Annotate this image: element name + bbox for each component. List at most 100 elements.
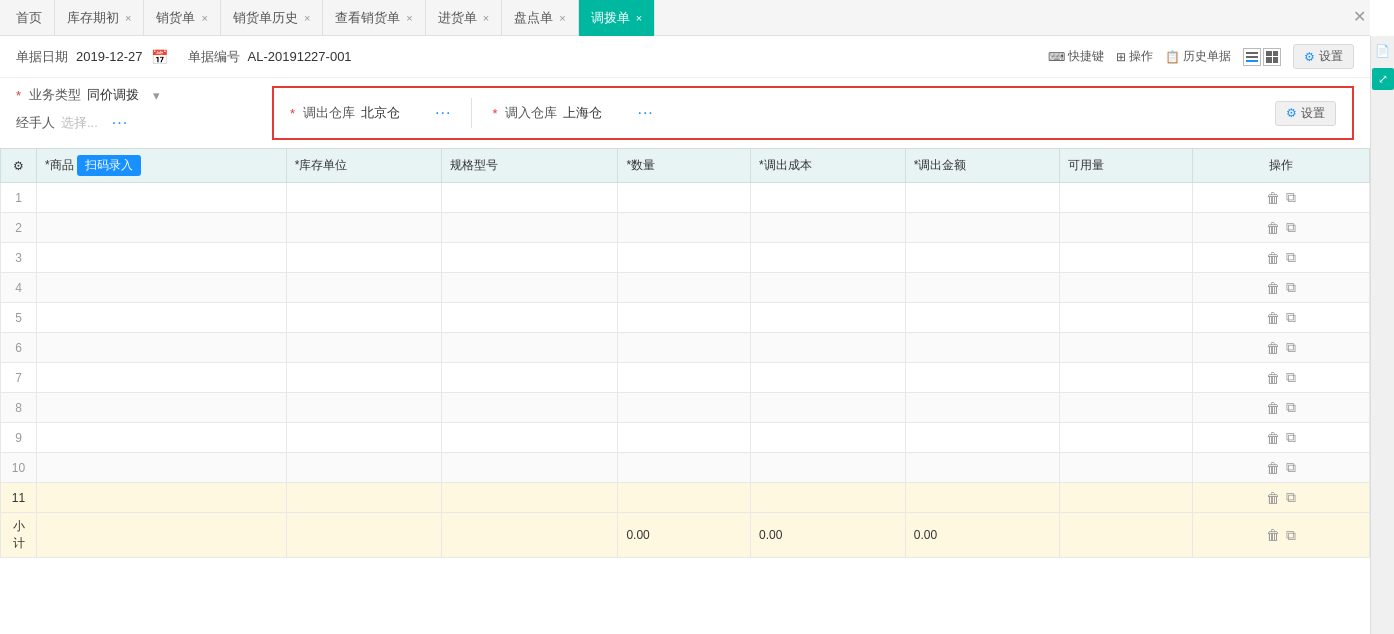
row-product-4[interactable] (37, 273, 287, 303)
row-delete-icon-11[interactable]: 🗑 (1266, 490, 1280, 506)
row-cost-4[interactable] (751, 273, 906, 303)
transfer-in-value[interactable]: 上海仓 (563, 104, 623, 122)
row-copy-icon-10[interactable]: ⧉ (1286, 459, 1296, 476)
row-delete-icon-6[interactable]: 🗑 (1266, 340, 1280, 356)
row-copy-icon-5[interactable]: ⧉ (1286, 309, 1296, 326)
tab-sales-history[interactable]: 销货单历史 × (221, 0, 323, 36)
row-cost-11[interactable] (751, 483, 906, 513)
row-product-5[interactable] (37, 303, 287, 333)
date-picker-icon[interactable]: 📅 (151, 49, 168, 65)
business-type-value[interactable]: 同价调拨 (87, 86, 147, 104)
row-cost-2[interactable] (751, 213, 906, 243)
row-amount-7[interactable] (905, 363, 1060, 393)
layout-grid-button[interactable] (1263, 48, 1281, 66)
scan-button[interactable]: 扫码录入 (77, 155, 141, 176)
row-copy-icon-8[interactable]: ⧉ (1286, 399, 1296, 416)
row-delete-icon-5[interactable]: 🗑 (1266, 310, 1280, 326)
row-cost-1[interactable] (751, 183, 906, 213)
row-qty-1[interactable] (618, 183, 751, 213)
row-cost-3[interactable] (751, 243, 906, 273)
row-product-11[interactable] (37, 483, 287, 513)
row-cost-6[interactable] (751, 333, 906, 363)
row-qty-10[interactable] (618, 453, 751, 483)
row-qty-11[interactable] (618, 483, 751, 513)
row-copy-icon-2[interactable]: ⧉ (1286, 219, 1296, 236)
business-type-dropdown-icon[interactable]: ▾ (153, 88, 160, 103)
tab-transfer-close[interactable]: × (636, 12, 642, 24)
date-value[interactable]: 2019-12-27 (76, 49, 143, 64)
history-button[interactable]: 📋 历史单据 (1165, 48, 1231, 65)
row-copy-icon-6[interactable]: ⧉ (1286, 339, 1296, 356)
row-amount-2[interactable] (905, 213, 1060, 243)
tab-sales-order[interactable]: 销货单 × (144, 0, 220, 36)
tab-inventory-check[interactable]: 盘点单 × (502, 0, 578, 36)
row-qty-5[interactable] (618, 303, 751, 333)
row-delete-icon-9[interactable]: 🗑 (1266, 430, 1280, 446)
row-cost-10[interactable] (751, 453, 906, 483)
tab-inventory-init-close[interactable]: × (125, 12, 131, 24)
row-amount-3[interactable] (905, 243, 1060, 273)
tab-transfer[interactable]: 调拨单 × (579, 0, 655, 36)
row-delete-icon-8[interactable]: 🗑 (1266, 400, 1280, 416)
row-amount-1[interactable] (905, 183, 1060, 213)
row-product-7[interactable] (37, 363, 287, 393)
operations-button[interactable]: ⊞ 操作 (1116, 48, 1153, 65)
subtotal-delete-icon[interactable]: 🗑 (1266, 527, 1280, 543)
tab-home[interactable]: 首页 (4, 0, 55, 36)
row-delete-icon-1[interactable]: 🗑 (1266, 190, 1280, 206)
row-amount-10[interactable] (905, 453, 1060, 483)
tab-view-sales[interactable]: 查看销货单 × (323, 0, 425, 36)
subtotal-copy-icon[interactable]: ⧉ (1286, 527, 1296, 544)
sidebar-doc-icon[interactable]: 📄 (1372, 40, 1394, 62)
row-delete-icon-10[interactable]: 🗑 (1266, 460, 1280, 476)
row-delete-icon-4[interactable]: 🗑 (1266, 280, 1280, 296)
row-product-1[interactable] (37, 183, 287, 213)
row-product-9[interactable] (37, 423, 287, 453)
warehouse-settings-button[interactable]: ⚙ 设置 (1275, 101, 1336, 126)
tab-sales-order-close[interactable]: × (201, 12, 207, 24)
row-qty-4[interactable] (618, 273, 751, 303)
row-product-10[interactable] (37, 453, 287, 483)
tab-sales-history-close[interactable]: × (304, 12, 310, 24)
tab-view-sales-close[interactable]: × (406, 12, 412, 24)
transfer-out-value[interactable]: 北京仓 (361, 104, 421, 122)
sidebar-expand-icon[interactable]: ⤢ (1372, 68, 1394, 90)
row-amount-9[interactable] (905, 423, 1060, 453)
row-copy-icon-3[interactable]: ⧉ (1286, 249, 1296, 266)
row-amount-4[interactable] (905, 273, 1060, 303)
handler-more-icon[interactable]: ··· (112, 114, 128, 132)
row-qty-6[interactable] (618, 333, 751, 363)
window-close-button[interactable]: ✕ (1353, 7, 1366, 26)
row-qty-2[interactable] (618, 213, 751, 243)
row-amount-8[interactable] (905, 393, 1060, 423)
row-cost-8[interactable] (751, 393, 906, 423)
tab-inventory-check-close[interactable]: × (559, 12, 565, 24)
row-cost-7[interactable] (751, 363, 906, 393)
layout-list-button[interactable] (1243, 48, 1261, 66)
tab-inventory-init[interactable]: 库存期初 × (55, 0, 144, 36)
row-amount-5[interactable] (905, 303, 1060, 333)
row-product-8[interactable] (37, 393, 287, 423)
row-cost-5[interactable] (751, 303, 906, 333)
row-delete-icon-2[interactable]: 🗑 (1266, 220, 1280, 236)
row-copy-icon-11[interactable]: ⧉ (1286, 489, 1296, 506)
row-qty-3[interactable] (618, 243, 751, 273)
transfer-in-more-icon[interactable]: ··· (637, 104, 653, 122)
row-cost-9[interactable] (751, 423, 906, 453)
row-copy-icon-4[interactable]: ⧉ (1286, 279, 1296, 296)
row-copy-icon-7[interactable]: ⧉ (1286, 369, 1296, 386)
row-amount-11[interactable] (905, 483, 1060, 513)
row-qty-9[interactable] (618, 423, 751, 453)
row-copy-icon-9[interactable]: ⧉ (1286, 429, 1296, 446)
row-copy-icon-1[interactable]: ⧉ (1286, 189, 1296, 206)
row-qty-8[interactable] (618, 393, 751, 423)
shortcuts-button[interactable]: ⌨ 快捷键 (1048, 48, 1104, 65)
settings-button[interactable]: ⚙ 设置 (1293, 44, 1354, 69)
tab-purchase-order-close[interactable]: × (483, 12, 489, 24)
col-settings-header[interactable]: ⚙ (1, 149, 37, 183)
row-delete-icon-7[interactable]: 🗑 (1266, 370, 1280, 386)
row-product-6[interactable] (37, 333, 287, 363)
row-product-3[interactable] (37, 243, 287, 273)
row-product-2[interactable] (37, 213, 287, 243)
row-qty-7[interactable] (618, 363, 751, 393)
